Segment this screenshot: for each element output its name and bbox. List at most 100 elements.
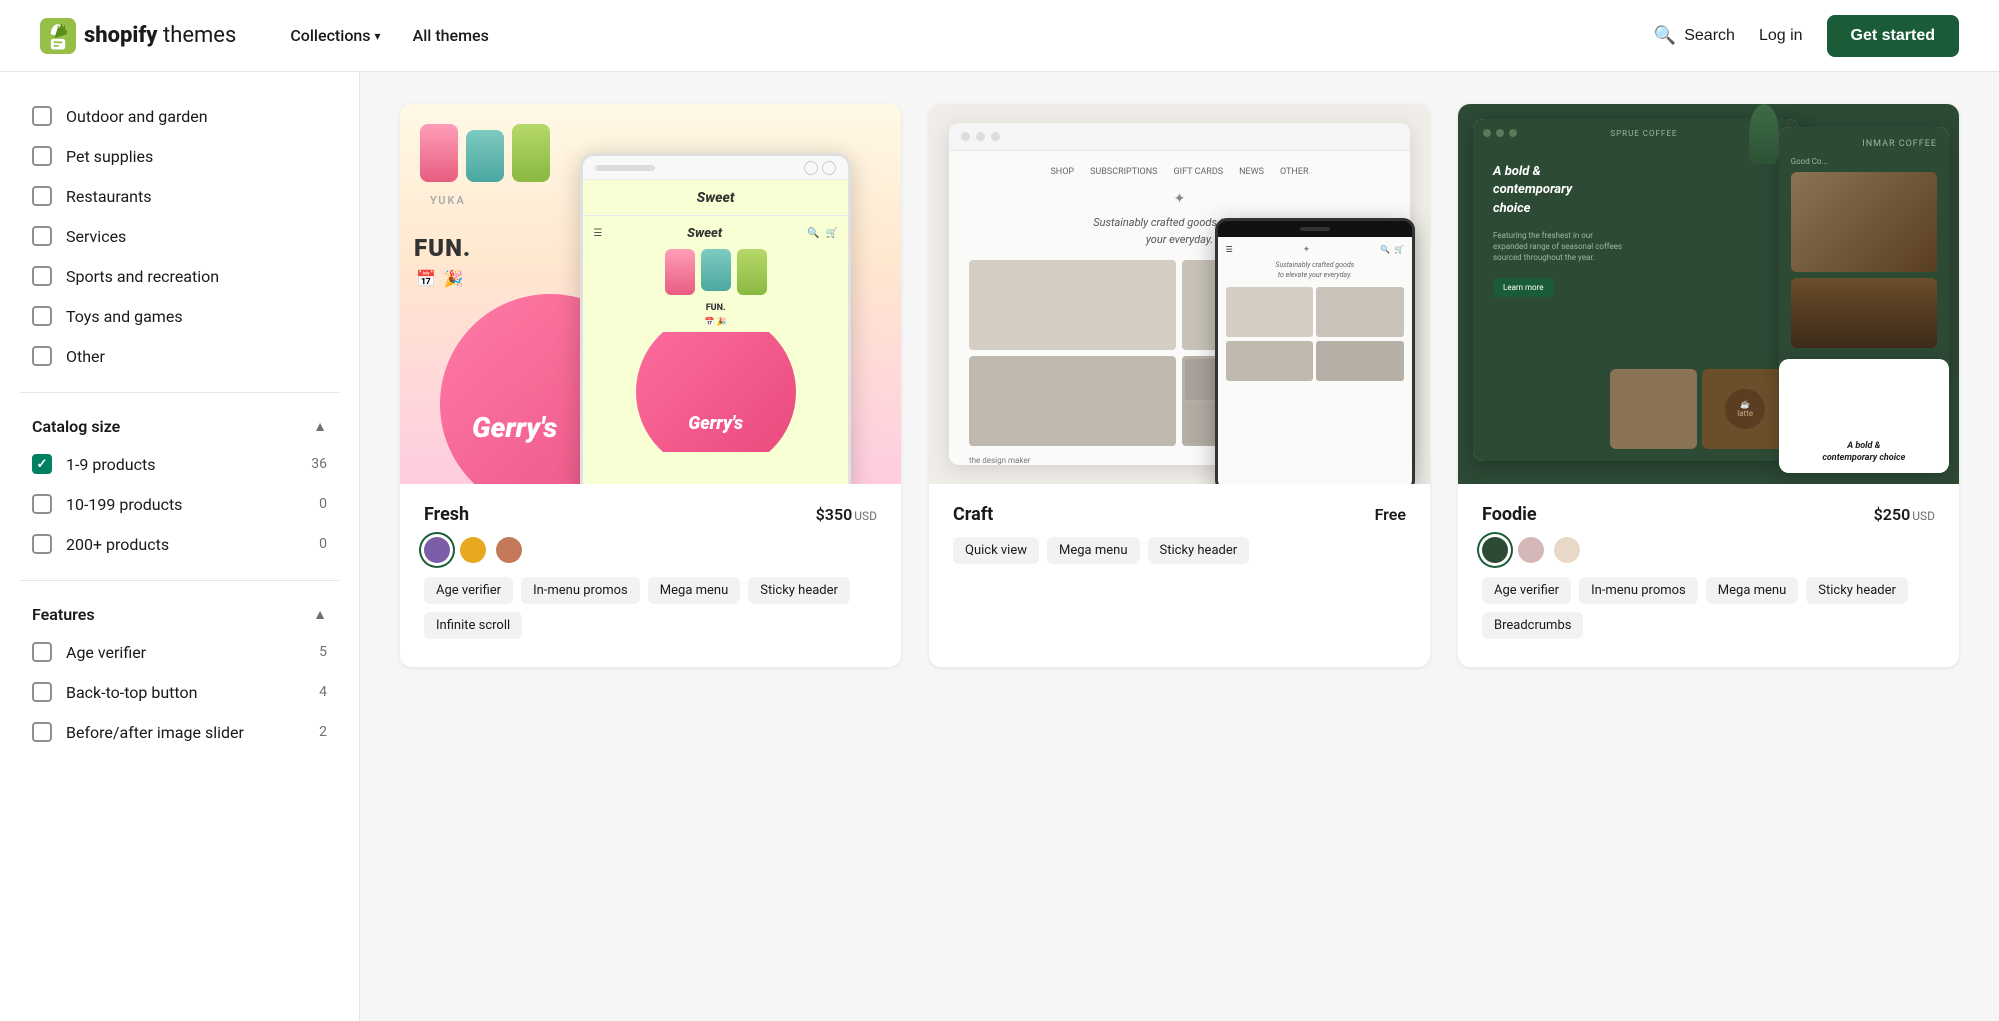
craft-price: Free — [1375, 505, 1406, 524]
catalog-size-title: Catalog size — [32, 417, 120, 436]
catalog-size-collapse-icon: ▲ — [313, 418, 327, 435]
age-verifier-count: 5 — [319, 644, 327, 660]
main-content: YUKA FUN. 📅🎉 Gerry's — [360, 72, 1999, 1021]
sports-recreation-checkbox[interactable] — [32, 266, 52, 286]
fresh-color-2[interactable] — [496, 537, 522, 563]
catalog-size-options: 1-9 products 36 10-199 products 0 200+ p… — [20, 444, 339, 564]
foodie-name: Foodie — [1482, 504, 1537, 525]
fresh-name-row: Fresh $350USD — [424, 504, 877, 525]
toys-games-label: Toys and games — [66, 307, 327, 326]
foodie-color-1[interactable] — [1518, 537, 1544, 563]
fresh-preview: YUKA FUN. 📅🎉 Gerry's — [400, 104, 901, 484]
sidebar-divider-2 — [20, 580, 339, 581]
features-collapse-icon: ▲ — [313, 606, 327, 623]
catalog-200plus-count: 0 — [319, 536, 327, 552]
search-button[interactable]: 🔍 Search — [1654, 25, 1735, 46]
craft-info: Craft Free Quick view Mega menu Sticky h… — [929, 484, 1430, 592]
other-checkbox[interactable] — [32, 346, 52, 366]
features-title: Features — [32, 605, 95, 624]
theme-card-fresh[interactable]: YUKA FUN. 📅🎉 Gerry's — [400, 104, 901, 667]
header-right: 🔍 Search Log in Get started — [1654, 15, 1959, 57]
sidebar: Outdoor and garden Pet supplies Restaura… — [0, 72, 360, 1021]
fresh-name: Fresh — [424, 504, 469, 525]
foodie-price: $250USD — [1874, 505, 1935, 524]
before-after-label: Before/after image slider — [66, 723, 305, 742]
catalog-10-199-count: 0 — [319, 496, 327, 512]
filter-services[interactable]: Services — [20, 216, 339, 256]
tag-quick-view: Quick view — [953, 537, 1039, 564]
craft-preview: SHOPSUBSCRIPTIONSGIFT CARDSNEWSOTHER ✦ S… — [929, 104, 1430, 484]
outdoor-garden-label: Outdoor and garden — [66, 107, 327, 126]
craft-name-row: Craft Free — [953, 504, 1406, 525]
tag-age-verifier: Age verifier — [424, 577, 513, 604]
tag-in-menu-promos: In-menu promos — [521, 577, 640, 604]
fresh-color-1[interactable] — [460, 537, 486, 563]
restaurants-checkbox[interactable] — [32, 186, 52, 206]
main-layout: Outdoor and garden Pet supplies Restaura… — [0, 72, 1999, 1021]
fresh-color-0[interactable] — [424, 537, 450, 563]
services-label: Services — [66, 227, 327, 246]
collections-nav-item[interactable]: Collections ▾ — [276, 18, 394, 53]
get-started-button[interactable]: Get started — [1827, 15, 1959, 57]
catalog-200plus-label: 200+ products — [66, 535, 305, 554]
tag-age-verifier-foodie: Age verifier — [1482, 577, 1571, 604]
catalog-200plus[interactable]: 200+ products 0 — [20, 524, 339, 564]
services-checkbox[interactable] — [32, 226, 52, 246]
login-button[interactable]: Log in — [1759, 27, 1803, 45]
search-icon: 🔍 — [1654, 25, 1676, 46]
collections-chevron-icon: ▾ — [375, 29, 381, 43]
filter-toys-games[interactable]: Toys and games — [20, 296, 339, 336]
theme-card-craft[interactable]: SHOPSUBSCRIPTIONSGIFT CARDSNEWSOTHER ✦ S… — [929, 104, 1430, 667]
catalog-1-9-label: 1-9 products — [66, 455, 297, 474]
catalog-1-9[interactable]: 1-9 products 36 — [20, 444, 339, 484]
logo[interactable]: shopify themes — [40, 18, 236, 54]
tag-in-menu-promos-foodie: In-menu promos — [1579, 577, 1698, 604]
theme-card-foodie[interactable]: SPRUE COFFEE ⚙↗ A bold &contemporarychoi… — [1458, 104, 1959, 667]
back-to-top-count: 4 — [319, 684, 327, 700]
features-options: Age verifier 5 Back-to-top button 4 Befo… — [20, 632, 339, 752]
features-section: Features ▲ Age verifier 5 Back-to-top bu… — [20, 597, 339, 752]
back-to-top-checkbox[interactable] — [32, 682, 52, 702]
tag-mega-menu-foodie: Mega menu — [1706, 577, 1798, 604]
age-verifier-label: Age verifier — [66, 643, 305, 662]
back-to-top-label: Back-to-top button — [66, 683, 305, 702]
foodie-color-2[interactable] — [1554, 537, 1580, 563]
sports-recreation-label: Sports and recreation — [66, 267, 327, 286]
filter-outdoor-garden[interactable]: Outdoor and garden — [20, 96, 339, 136]
before-after-checkbox[interactable] — [32, 722, 52, 742]
filter-restaurants[interactable]: Restaurants — [20, 176, 339, 216]
tag-sticky-header: Sticky header — [748, 577, 850, 604]
header: shopify themes Collections ▾ All themes … — [0, 0, 1999, 72]
toys-games-checkbox[interactable] — [32, 306, 52, 326]
foodie-info: Foodie $250USD Age verifier In-menu prom… — [1458, 484, 1959, 667]
filter-other[interactable]: Other — [20, 336, 339, 376]
other-label: Other — [66, 347, 327, 366]
catalog-10-199[interactable]: 10-199 products 0 — [20, 484, 339, 524]
all-themes-nav-item[interactable]: All themes — [399, 18, 503, 53]
features-header[interactable]: Features ▲ — [20, 597, 339, 632]
outdoor-garden-checkbox[interactable] — [32, 106, 52, 126]
filter-sports-recreation[interactable]: Sports and recreation — [20, 256, 339, 296]
feature-age-verifier[interactable]: Age verifier 5 — [20, 632, 339, 672]
fresh-colors — [424, 537, 877, 563]
catalog-200plus-checkbox[interactable] — [32, 534, 52, 554]
catalog-1-9-checkbox[interactable] — [32, 454, 52, 474]
age-verifier-checkbox[interactable] — [32, 642, 52, 662]
feature-before-after[interactable]: Before/after image slider 2 — [20, 712, 339, 752]
feature-back-to-top[interactable]: Back-to-top button 4 — [20, 672, 339, 712]
foodie-preview: SPRUE COFFEE ⚙↗ A bold &contemporarychoi… — [1458, 104, 1959, 484]
logo-text: shopify themes — [84, 23, 236, 48]
main-nav: Collections ▾ All themes — [276, 18, 1654, 53]
foodie-colors — [1482, 537, 1935, 563]
catalog-size-section: Catalog size ▲ 1-9 products 36 10-199 pr… — [20, 409, 339, 564]
catalog-10-199-checkbox[interactable] — [32, 494, 52, 514]
category-filter-group: Outdoor and garden Pet supplies Restaura… — [20, 96, 339, 376]
pet-supplies-checkbox[interactable] — [32, 146, 52, 166]
foodie-color-0[interactable] — [1482, 537, 1508, 563]
craft-tags: Quick view Mega menu Sticky header — [953, 537, 1406, 584]
restaurants-label: Restaurants — [66, 187, 327, 206]
catalog-size-header[interactable]: Catalog size ▲ — [20, 409, 339, 444]
tag-sticky-header-craft: Sticky header — [1148, 537, 1250, 564]
sidebar-divider-1 — [20, 392, 339, 393]
filter-pet-supplies[interactable]: Pet supplies — [20, 136, 339, 176]
